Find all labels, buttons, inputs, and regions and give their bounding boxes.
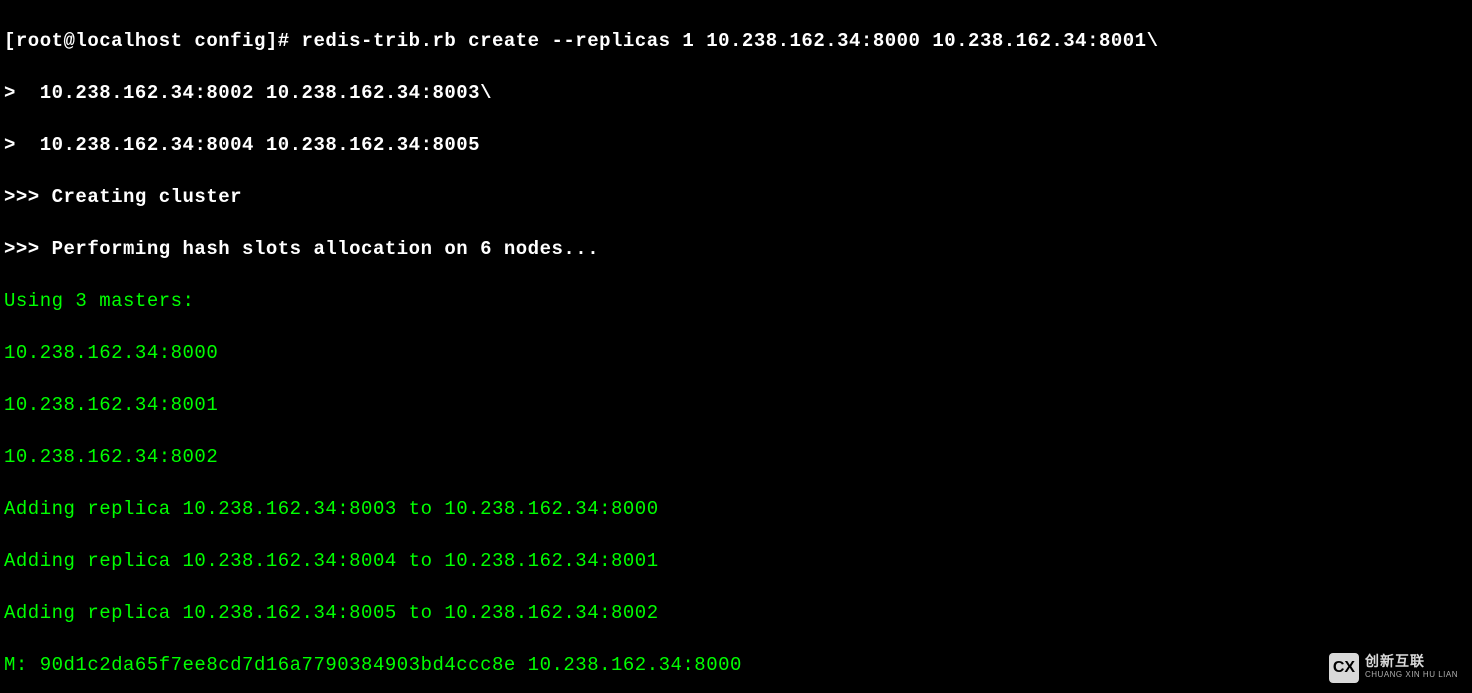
master-address-3: 10.238.162.34:8002 [4,444,1468,470]
watermark-text: 创新互联 CHUANG XIN HU LIAN [1365,654,1458,682]
command-line-3: 10.238.162.34:8004 10.238.162.34:8005 [40,134,480,156]
adding-replica-2: Adding replica 10.238.162.34:8004 to 10.… [4,548,1468,574]
continuation-prompt: > [4,82,40,104]
node-master-1-id: M: 90d1c2da65f7ee8cd7d16a7790384903bd4cc… [4,652,1468,678]
watermark-logo-icon: CX [1329,653,1359,683]
status-creating-cluster: >>> Creating cluster [4,184,1468,210]
master-address-2: 10.238.162.34:8001 [4,392,1468,418]
shell-prompt: [root@localhost config]# [4,30,302,52]
watermark: CX 创新互联 CHUANG XIN HU LIAN [1329,653,1458,683]
command-line-1: redis-trib.rb create --replicas 1 10.238… [302,30,1159,52]
terminal-output: [root@localhost config]# redis-trib.rb c… [0,0,1472,693]
using-masters-label: Using 3 masters: [4,288,1468,314]
status-performing-allocation: >>> Performing hash slots allocation on … [4,236,1468,262]
continuation-prompt: > [4,134,40,156]
watermark-cn: 创新互联 [1365,654,1458,668]
adding-replica-3: Adding replica 10.238.162.34:8005 to 10.… [4,600,1468,626]
master-address-1: 10.238.162.34:8000 [4,340,1468,366]
adding-replica-1: Adding replica 10.238.162.34:8003 to 10.… [4,496,1468,522]
watermark-pinyin: CHUANG XIN HU LIAN [1365,668,1458,682]
command-line-2: 10.238.162.34:8002 10.238.162.34:8003\ [40,82,492,104]
